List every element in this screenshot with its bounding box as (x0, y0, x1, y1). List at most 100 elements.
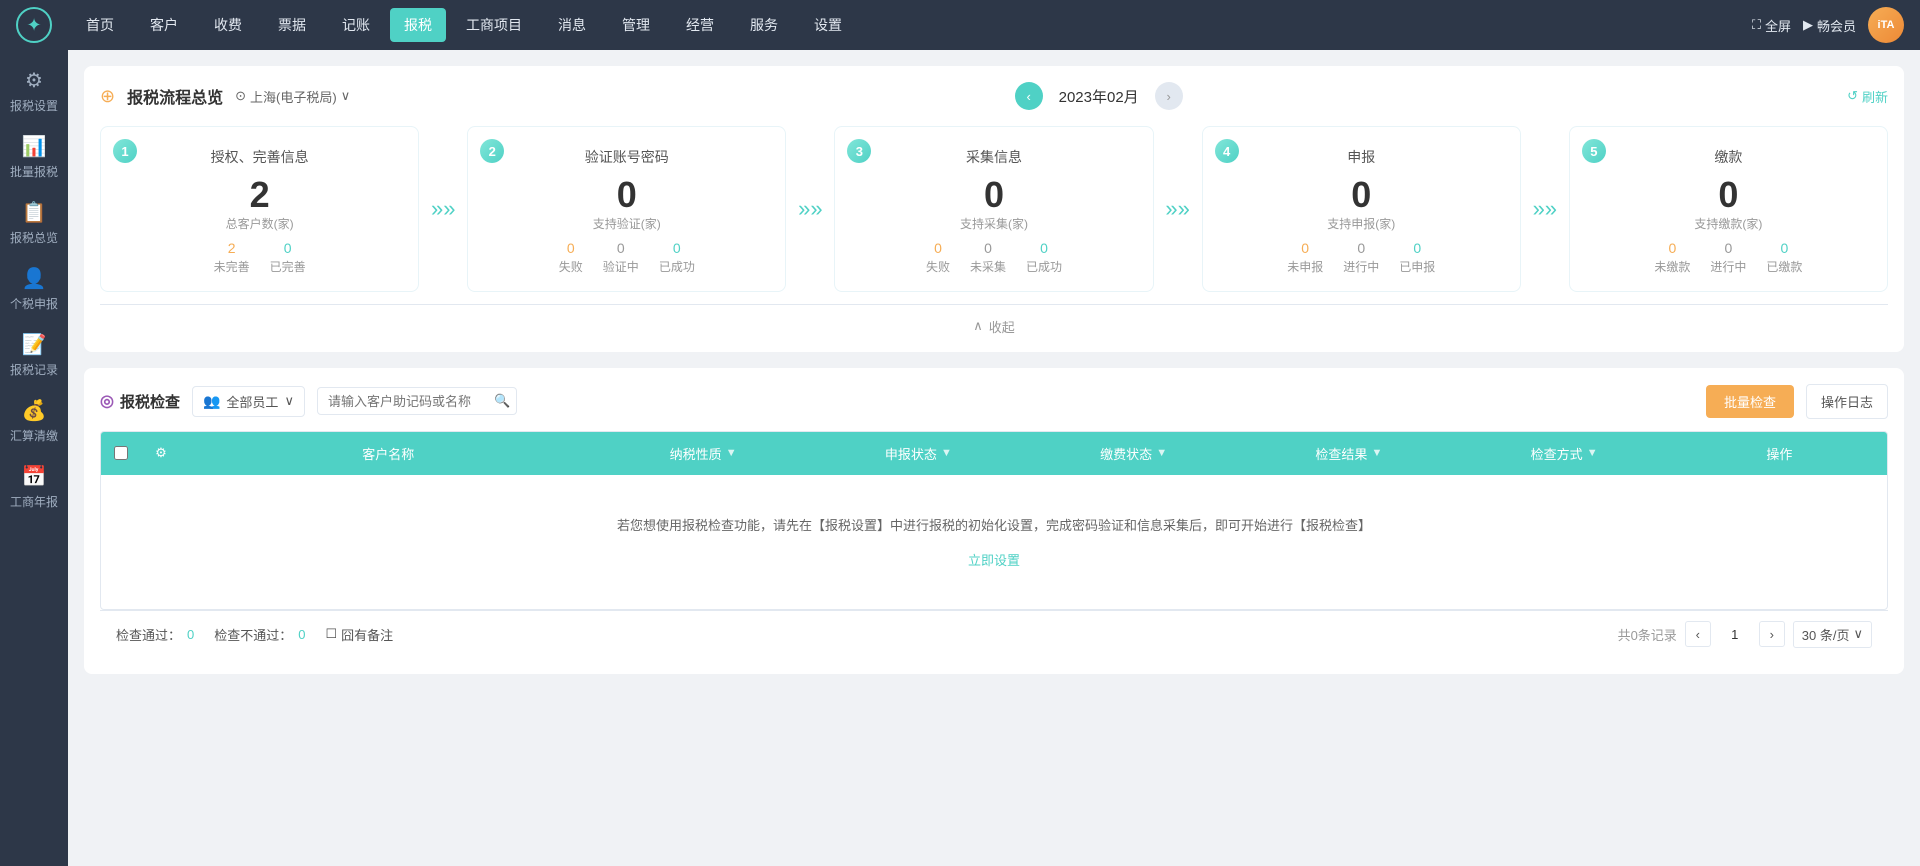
th-check-method[interactable]: 检查方式 ▼ (1457, 432, 1672, 475)
tax-check-panel: ◎ 报税检查 👥 全部员工 ∨ 🔍 批量检查 操作日志 ⚙ 客户名称 (84, 368, 1904, 674)
th-tax-nature[interactable]: 纳税性质 ▼ (596, 432, 811, 475)
select-all-checkbox[interactable] (114, 446, 128, 460)
pagination: 共0条记录 ‹ 1 › 30 条/页 ∨ (1618, 621, 1872, 648)
th-payment-status[interactable]: 缴费状态 ▼ (1026, 432, 1241, 475)
nav-item-报税[interactable]: 报税 (390, 8, 446, 42)
batch-check-button[interactable]: 批量检查 (1706, 385, 1794, 418)
nav-item-经营[interactable]: 经营 (668, 0, 732, 50)
search-icon[interactable]: 🔍 (494, 393, 510, 409)
sidebar-label-4: 报税记录 (10, 361, 58, 378)
sidebar-item-0[interactable]: ⚙报税设置 (0, 58, 68, 124)
nav-item-工商项目[interactable]: 工商项目 (448, 0, 540, 50)
nav-item-收费[interactable]: 收费 (196, 0, 260, 50)
stat-label: 已成功 (1026, 258, 1062, 275)
stat-val[interactable]: 0 (1766, 240, 1802, 256)
avatar[interactable]: iTA (1868, 7, 1904, 43)
stat-label: 失败 (559, 258, 583, 275)
nav-item-服务[interactable]: 服务 (732, 0, 796, 50)
chevron-down-icon: ∨ (284, 393, 294, 409)
step-card-3: 4 申报 0 支持申报(家) 0 未申报 0 进行中 0 已申报 (1202, 126, 1521, 292)
logo-icon: ✦ (16, 7, 52, 43)
stat-val[interactable]: 0 (1287, 240, 1323, 256)
employee-icon: 👥 (203, 393, 220, 410)
stat-val: 0 (970, 240, 1006, 256)
stat-label: 未缴款 (1654, 258, 1690, 275)
operation-log-button[interactable]: 操作日志 (1806, 384, 1888, 419)
search-box: 🔍 (317, 387, 517, 415)
next-month-button[interactable]: › (1155, 82, 1183, 110)
employee-selector[interactable]: 👥 全部员工 ∨ (192, 386, 305, 417)
member-button[interactable]: ▶ 畅会员 (1803, 16, 1856, 35)
logo: ✦ (0, 0, 68, 50)
stat-label: 已申报 (1399, 258, 1435, 275)
nav-item-管理[interactable]: 管理 (604, 0, 668, 50)
sidebar-item-1[interactable]: 📊批量报税 (0, 124, 68, 190)
step-title-4: 缴款 (1586, 147, 1871, 167)
stat-val[interactable]: 0 (1399, 240, 1435, 256)
has-note: ☐ 囧有备注 (326, 625, 394, 644)
sidebar-label-6: 工商年报 (10, 493, 58, 510)
search-input[interactable] (328, 394, 488, 409)
nav-item-消息[interactable]: 消息 (540, 0, 604, 50)
stat-val[interactable]: 0 (659, 240, 695, 256)
stat-val[interactable]: 0 (926, 240, 950, 256)
sidebar-icon-4: 📝 (22, 332, 47, 357)
nav-item-记账[interactable]: 记账 (324, 0, 388, 50)
fail-count[interactable]: 0 (298, 627, 305, 642)
pass-count[interactable]: 0 (187, 627, 194, 642)
refresh-button[interactable]: ↺ 刷新 (1847, 87, 1888, 106)
next-page-button[interactable]: › (1759, 621, 1785, 647)
sidebar-icon-6: 📅 (22, 464, 47, 489)
th-checkbox[interactable] (101, 432, 141, 475)
sidebar-label-2: 报税总览 (10, 229, 58, 246)
stat-val[interactable]: 0 (1026, 240, 1062, 256)
prev-month-button[interactable]: ‹ (1015, 82, 1043, 110)
step-arrow-3: »» (1154, 126, 1202, 292)
fullscreen-button[interactable]: ⛶ 全屏 (1752, 16, 1791, 35)
nav-right: ⛶ 全屏 ▶ 畅会员 iTA (1752, 7, 1920, 43)
step-stats-3: 0 未申报 0 进行中 0 已申报 (1219, 240, 1504, 275)
sidebar-item-6[interactable]: 📅 工商年报 (0, 454, 68, 520)
step-arrow-1: »» (419, 126, 467, 292)
th-check-result[interactable]: 检查结果 ▼ (1241, 432, 1456, 475)
sidebar-item-3[interactable]: 👤个税申报 (0, 256, 68, 322)
prev-page-button[interactable]: ‹ (1685, 621, 1711, 647)
nav-item-票据[interactable]: 票据 (260, 0, 324, 50)
sidebar-label-3: 个税申报 (10, 295, 58, 312)
per-page-selector[interactable]: 30 条/页 ∨ (1793, 621, 1872, 648)
step-stats-1: 0 失败 0 验证中 0 已成功 (484, 240, 769, 275)
step-card-1: 2 验证账号密码 0 支持验证(家) 0 失败 0 验证中 0 已成功 (467, 126, 786, 292)
step-stats-0: 2 未完善 0 已完善 (117, 240, 402, 275)
step-count-3: 0 (1219, 175, 1504, 215)
step-num-4: 5 (1582, 139, 1606, 163)
nav-item-首页[interactable]: 首页 (68, 0, 132, 50)
step-sub-2: 支持采集(家) (851, 215, 1136, 232)
th-declare-status[interactable]: 申报状态 ▼ (811, 432, 1026, 475)
stat-label: 已完善 (270, 258, 306, 275)
location-selector[interactable]: ⊙ 上海(电子税局) ∨ (235, 87, 350, 106)
nav-item-客户[interactable]: 客户 (132, 0, 196, 50)
nav-items: 首页客户收费票据记账报税工商项目消息管理经营服务设置 (68, 0, 1752, 50)
step-card-2: 3 采集信息 0 支持采集(家) 0 失败 0 未采集 0 已成功 (834, 126, 1153, 292)
stat-val: 0 (603, 240, 639, 256)
step-title-1: 验证账号密码 (484, 147, 769, 167)
collapse-button[interactable]: ∧ 收起 (100, 317, 1888, 336)
sidebar-item-4[interactable]: 📝 报税记录 (0, 322, 68, 388)
th-settings[interactable]: ⚙ (141, 432, 181, 475)
stat-val[interactable]: 2 (214, 240, 250, 256)
nav-item-设置[interactable]: 设置 (796, 0, 860, 50)
sidebar-label-5: 汇算清缴 (10, 427, 58, 444)
step-count-0: 2 (117, 175, 402, 215)
stat-label: 未采集 (970, 258, 1006, 275)
stat-val[interactable]: 0 (559, 240, 583, 256)
go-setting-link[interactable]: 立即设置 (968, 550, 1020, 569)
sidebar-icon-1: 📊 (22, 134, 47, 159)
empty-hint: 若您想使用报税检查功能，请先在【报税设置】中进行报税的初始化设置，完成密码验证和… (617, 515, 1371, 534)
top-navigation: ✦ 首页客户收费票据记账报税工商项目消息管理经营服务设置 ⛶ 全屏 ▶ 畅会员 … (0, 0, 1920, 50)
stat-val[interactable]: 0 (1654, 240, 1690, 256)
sidebar-item-2[interactable]: 📋报税总览 (0, 190, 68, 256)
stat-val[interactable]: 0 (270, 240, 306, 256)
stat-label: 失败 (926, 258, 950, 275)
sidebar-item-5[interactable]: 💰汇算清缴 (0, 388, 68, 454)
step-sub-4: 支持缴款(家) (1586, 215, 1871, 232)
